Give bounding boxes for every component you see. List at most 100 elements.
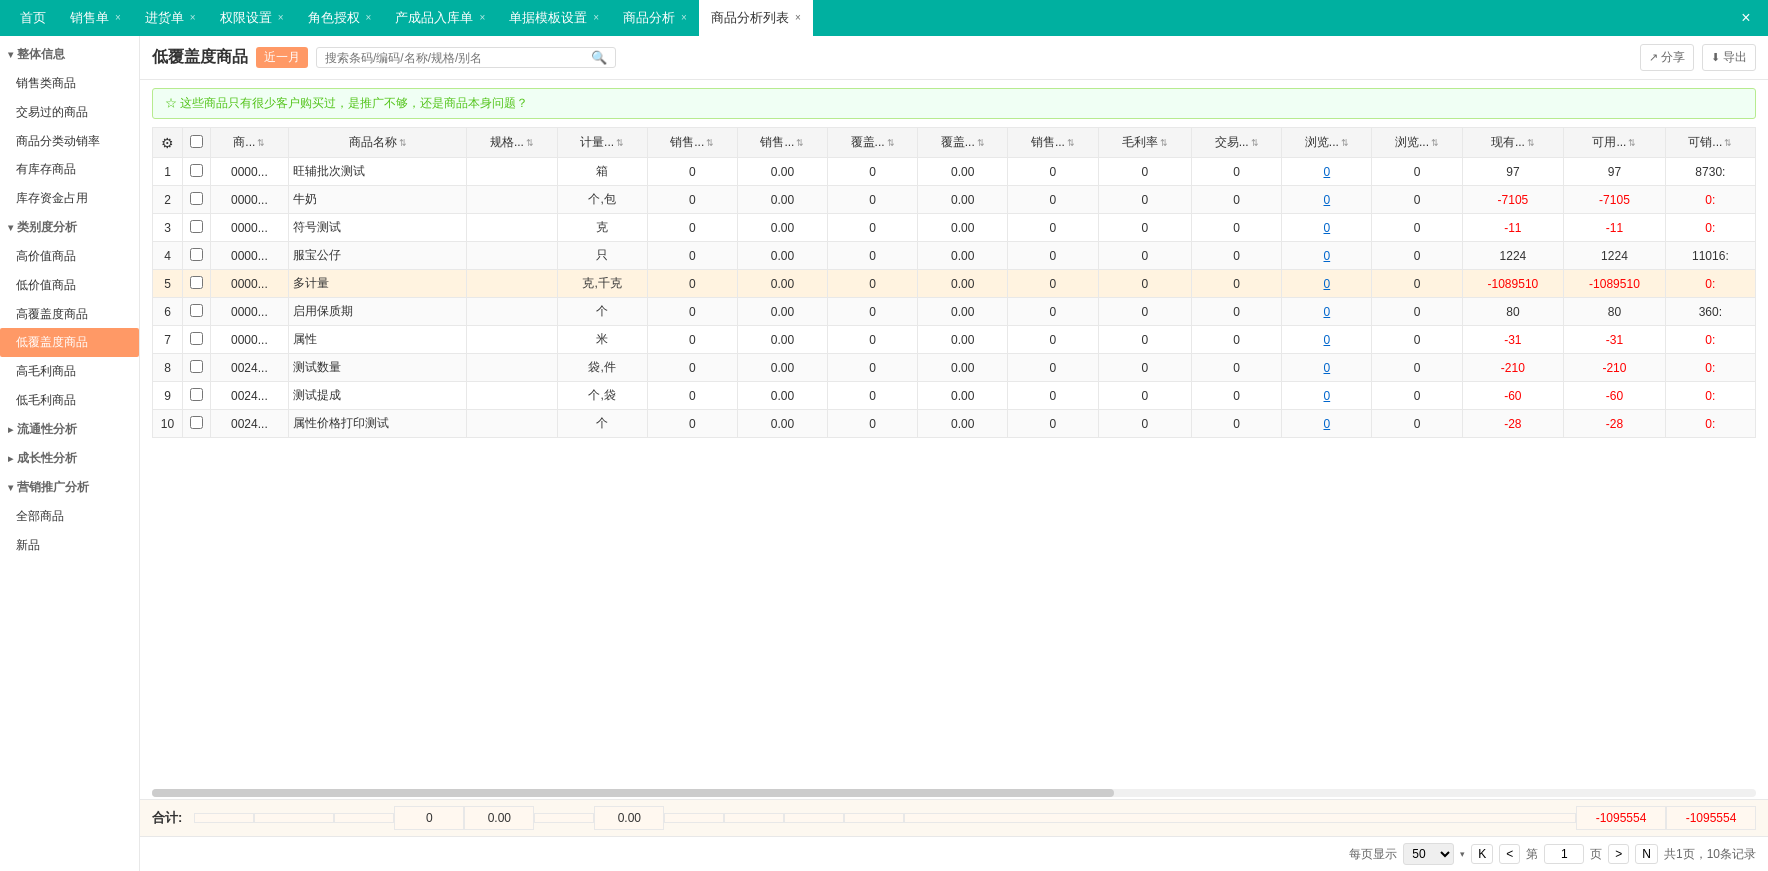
nav-close-analysis-list[interactable]: × xyxy=(795,0,801,36)
sidebar-item-new-goods[interactable]: 新品 xyxy=(0,531,139,560)
sidebar-item-high-margin[interactable]: 高毛利商品 xyxy=(0,357,139,386)
col-sellable[interactable]: 可销... xyxy=(1665,128,1755,158)
nav-item-sales[interactable]: 销售单 × xyxy=(58,0,133,36)
row-browse1[interactable]: 0 xyxy=(1282,214,1372,242)
col-browse1[interactable]: 浏览... xyxy=(1282,128,1372,158)
nav-close-inventory[interactable]: × xyxy=(479,0,485,36)
row-checkbox[interactable] xyxy=(183,186,211,214)
row-checkbox[interactable] xyxy=(183,298,211,326)
search-input[interactable] xyxy=(325,51,591,65)
page-size-select[interactable]: 50 10 20 100 xyxy=(1403,843,1454,865)
row-browse1[interactable]: 0 xyxy=(1282,382,1372,410)
row-checkbox[interactable] xyxy=(183,326,211,354)
row-name[interactable]: 测试数量 xyxy=(288,354,467,382)
sidebar-section-circulation[interactable]: ▸ 流通性分析 xyxy=(0,415,139,444)
nav-item-permissions[interactable]: 权限设置 × xyxy=(208,0,296,36)
col-sales-amt[interactable]: 销售... xyxy=(737,128,827,158)
search-icon[interactable]: 🔍 xyxy=(591,50,607,65)
row-browse1[interactable]: 0 xyxy=(1282,410,1372,438)
sidebar-item-low-margin[interactable]: 低毛利商品 xyxy=(0,386,139,415)
col-current[interactable]: 现有... xyxy=(1462,128,1564,158)
row-gross-rate: 0 xyxy=(1098,270,1192,298)
row-name[interactable]: 属性价格打印测试 xyxy=(288,410,467,438)
col-sales3[interactable]: 销售... xyxy=(1008,128,1098,158)
sidebar-collapse-button[interactable]: « xyxy=(139,434,140,474)
row-checkbox[interactable] xyxy=(183,158,211,186)
page-number-input[interactable] xyxy=(1544,844,1584,864)
col-coverage2[interactable]: 覆盖... xyxy=(918,128,1008,158)
sidebar-item-in-stock[interactable]: 有库存商品 xyxy=(0,155,139,184)
row-name[interactable]: 属性 xyxy=(288,326,467,354)
col-name[interactable]: 商品名称 xyxy=(288,128,467,158)
nav-close-roles[interactable]: × xyxy=(366,0,372,36)
settings-icon[interactable]: ⚙ xyxy=(161,135,174,151)
last-page-button[interactable]: N xyxy=(1635,844,1658,864)
row-browse1[interactable]: 0 xyxy=(1282,186,1372,214)
first-page-button[interactable]: K xyxy=(1471,844,1493,864)
nav-close-template[interactable]: × xyxy=(593,0,599,36)
col-spec[interactable]: 规格... xyxy=(467,128,557,158)
sidebar-item-sales-goods[interactable]: 销售类商品 xyxy=(0,69,139,98)
col-browse2[interactable]: 浏览... xyxy=(1372,128,1462,158)
row-name[interactable]: 旺辅批次测试 xyxy=(288,158,467,186)
row-browse1[interactable]: 0 xyxy=(1282,242,1372,270)
sidebar-item-all-goods[interactable]: 全部商品 xyxy=(0,502,139,531)
date-filter-tag[interactable]: 近一月 xyxy=(256,47,308,68)
sidebar-item-low-value[interactable]: 低价值商品 xyxy=(0,271,139,300)
row-checkbox[interactable] xyxy=(183,242,211,270)
col-settings[interactable]: ⚙ xyxy=(153,128,183,158)
row-name[interactable]: 多计量 xyxy=(288,270,467,298)
col-trade[interactable]: 交易... xyxy=(1192,128,1282,158)
scrollbar-thumb[interactable] xyxy=(152,789,1114,797)
select-all-checkbox[interactable] xyxy=(190,135,203,148)
nav-item-analysis-list[interactable]: 商品分析列表 × xyxy=(699,0,813,36)
row-name[interactable]: 启用保质期 xyxy=(288,298,467,326)
row-checkbox[interactable] xyxy=(183,270,211,298)
row-name[interactable]: 牛奶 xyxy=(288,186,467,214)
sidebar-section-marketing[interactable]: ▾ 营销推广分析 xyxy=(0,473,139,502)
row-browse1[interactable]: 0 xyxy=(1282,158,1372,186)
nav-close-purchase[interactable]: × xyxy=(190,0,196,36)
row-checkbox[interactable] xyxy=(183,214,211,242)
sidebar-item-traded-goods[interactable]: 交易过的商品 xyxy=(0,98,139,127)
col-code[interactable]: 商... xyxy=(211,128,289,158)
row-checkbox[interactable] xyxy=(183,354,211,382)
nav-item-roles[interactable]: 角色授权 × xyxy=(296,0,384,36)
nav-item-purchase[interactable]: 进货单 × xyxy=(133,0,208,36)
prev-page-button[interactable]: < xyxy=(1499,844,1520,864)
nav-item-template[interactable]: 单据模板设置 × xyxy=(497,0,611,36)
nav-close-permissions[interactable]: × xyxy=(278,0,284,36)
sidebar-item-high-value[interactable]: 高价值商品 xyxy=(0,242,139,271)
col-sales-qty[interactable]: 销售... xyxy=(647,128,737,158)
nav-item-home[interactable]: 首页 xyxy=(8,0,58,36)
row-browse1[interactable]: 0 xyxy=(1282,270,1372,298)
sidebar-section-overall[interactable]: ▾ 整体信息 xyxy=(0,40,139,69)
row-browse1[interactable]: 0 xyxy=(1282,298,1372,326)
row-browse1[interactable]: 0 xyxy=(1282,326,1372,354)
row-name[interactable]: 符号测试 xyxy=(288,214,467,242)
nav-close-analysis[interactable]: × xyxy=(681,0,687,36)
row-browse1[interactable]: 0 xyxy=(1282,354,1372,382)
nav-item-analysis[interactable]: 商品分析 × xyxy=(611,0,699,36)
row-name[interactable]: 测试提成 xyxy=(288,382,467,410)
next-page-button[interactable]: > xyxy=(1608,844,1629,864)
sidebar-item-capital[interactable]: 库存资金占用 xyxy=(0,184,139,213)
export-button[interactable]: ⬇ 导出 xyxy=(1702,44,1756,71)
sidebar-item-high-coverage[interactable]: 高覆盖度商品 xyxy=(0,300,139,329)
sidebar-section-category[interactable]: ▾ 类别度分析 xyxy=(0,213,139,242)
row-checkbox[interactable] xyxy=(183,410,211,438)
row-name[interactable]: 服宝公仔 xyxy=(288,242,467,270)
window-close-button[interactable]: × xyxy=(1732,4,1760,32)
sidebar-item-low-coverage[interactable]: 低覆盖度商品 xyxy=(0,328,139,357)
row-checkbox[interactable] xyxy=(183,382,211,410)
sidebar-item-category-turnover[interactable]: 商品分类动销率 xyxy=(0,127,139,156)
col-gross-rate[interactable]: 毛利率 xyxy=(1098,128,1192,158)
sidebar-section-growth[interactable]: ▸ 成长性分析 xyxy=(0,444,139,473)
col-available[interactable]: 可用... xyxy=(1564,128,1666,158)
nav-close-sales[interactable]: × xyxy=(115,0,121,36)
col-unit[interactable]: 计量... xyxy=(557,128,647,158)
horizontal-scrollbar[interactable] xyxy=(152,789,1756,797)
col-coverage1[interactable]: 覆盖... xyxy=(828,128,918,158)
nav-item-inventory[interactable]: 产成品入库单 × xyxy=(383,0,497,36)
share-button[interactable]: ↗ 分享 xyxy=(1640,44,1694,71)
